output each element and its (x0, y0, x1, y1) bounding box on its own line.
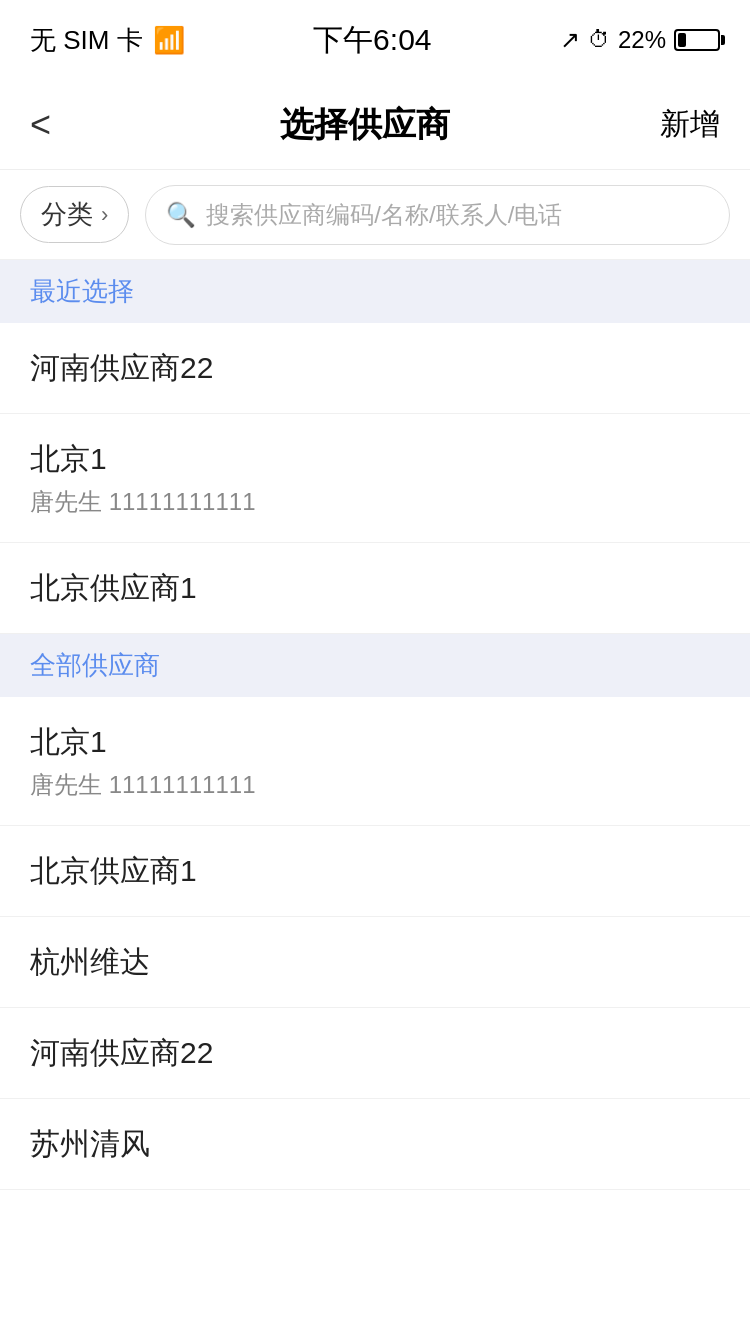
nav-title: 选择供应商 (280, 102, 450, 148)
filter-bar: 分类 › 🔍 搜索供应商编码/名称/联系人/电话 (0, 170, 750, 260)
list-item[interactable]: 北京供应商1 (0, 826, 750, 917)
supplier-name: 北京供应商1 (30, 567, 720, 609)
recent-section-label: 最近选择 (30, 276, 134, 306)
new-supplier-button[interactable]: 新增 (640, 104, 720, 145)
all-items-list: 北京1 唐先生 11111111111 北京供应商1 杭州维达河南供应商22 苏州清风 (0, 697, 750, 1190)
search-icon: 🔍 (166, 201, 196, 229)
list-item[interactable]: 苏州清风 (0, 1099, 750, 1190)
all-section-label: 全部供应商 (30, 650, 160, 680)
status-time: 下午6:04 (313, 20, 431, 61)
recent-items-list: 河南供应商22 北京1 唐先生 11111111111 北京供应商1 (0, 323, 750, 634)
back-button[interactable]: < (30, 104, 90, 146)
alarm-icon: ⏱ (588, 27, 610, 53)
category-filter-button[interactable]: 分类 › (20, 186, 129, 243)
recent-section-header: 最近选择 (0, 260, 750, 323)
supplier-name: 河南供应商22 (30, 1032, 720, 1074)
supplier-name: 苏州清风 (30, 1123, 720, 1165)
supplier-name: 河南供应商22 (30, 347, 720, 389)
list-item[interactable]: 河南供应商22 (0, 1008, 750, 1099)
status-bar: 无 SIM 卡 📶 下午6:04 ↗ ⏱ 22% (0, 0, 750, 80)
search-placeholder: 搜索供应商编码/名称/联系人/电话 (206, 199, 562, 231)
list-item[interactable]: 北京1 唐先生 11111111111 (0, 697, 750, 826)
status-indicators: ↗ ⏱ 22% (560, 26, 720, 54)
status-carrier: 无 SIM 卡 📶 (30, 23, 185, 58)
all-section-header: 全部供应商 (0, 634, 750, 697)
carrier-text: 无 SIM 卡 (30, 23, 143, 58)
supplier-contact: 唐先生 11111111111 (30, 486, 720, 518)
supplier-name: 北京1 (30, 721, 720, 763)
supplier-name: 北京1 (30, 438, 720, 480)
list-item[interactable]: 河南供应商22 (0, 323, 750, 414)
supplier-name: 北京供应商1 (30, 850, 720, 892)
search-input-container[interactable]: 🔍 搜索供应商编码/名称/联系人/电话 (145, 185, 730, 245)
list-item[interactable]: 北京供应商1 (0, 543, 750, 634)
supplier-name: 杭州维达 (30, 941, 720, 983)
location-icon: ↗ (560, 26, 580, 54)
chevron-right-icon: › (101, 202, 108, 228)
list-item[interactable]: 杭州维达 (0, 917, 750, 1008)
supplier-contact: 唐先生 11111111111 (30, 769, 720, 801)
battery-percent: 22% (618, 26, 666, 54)
category-label: 分类 (41, 197, 93, 232)
battery-icon (674, 29, 720, 51)
list-item[interactable]: 北京1 唐先生 11111111111 (0, 414, 750, 543)
wifi-icon: 📶 (153, 25, 185, 56)
nav-bar: < 选择供应商 新增 (0, 80, 750, 170)
